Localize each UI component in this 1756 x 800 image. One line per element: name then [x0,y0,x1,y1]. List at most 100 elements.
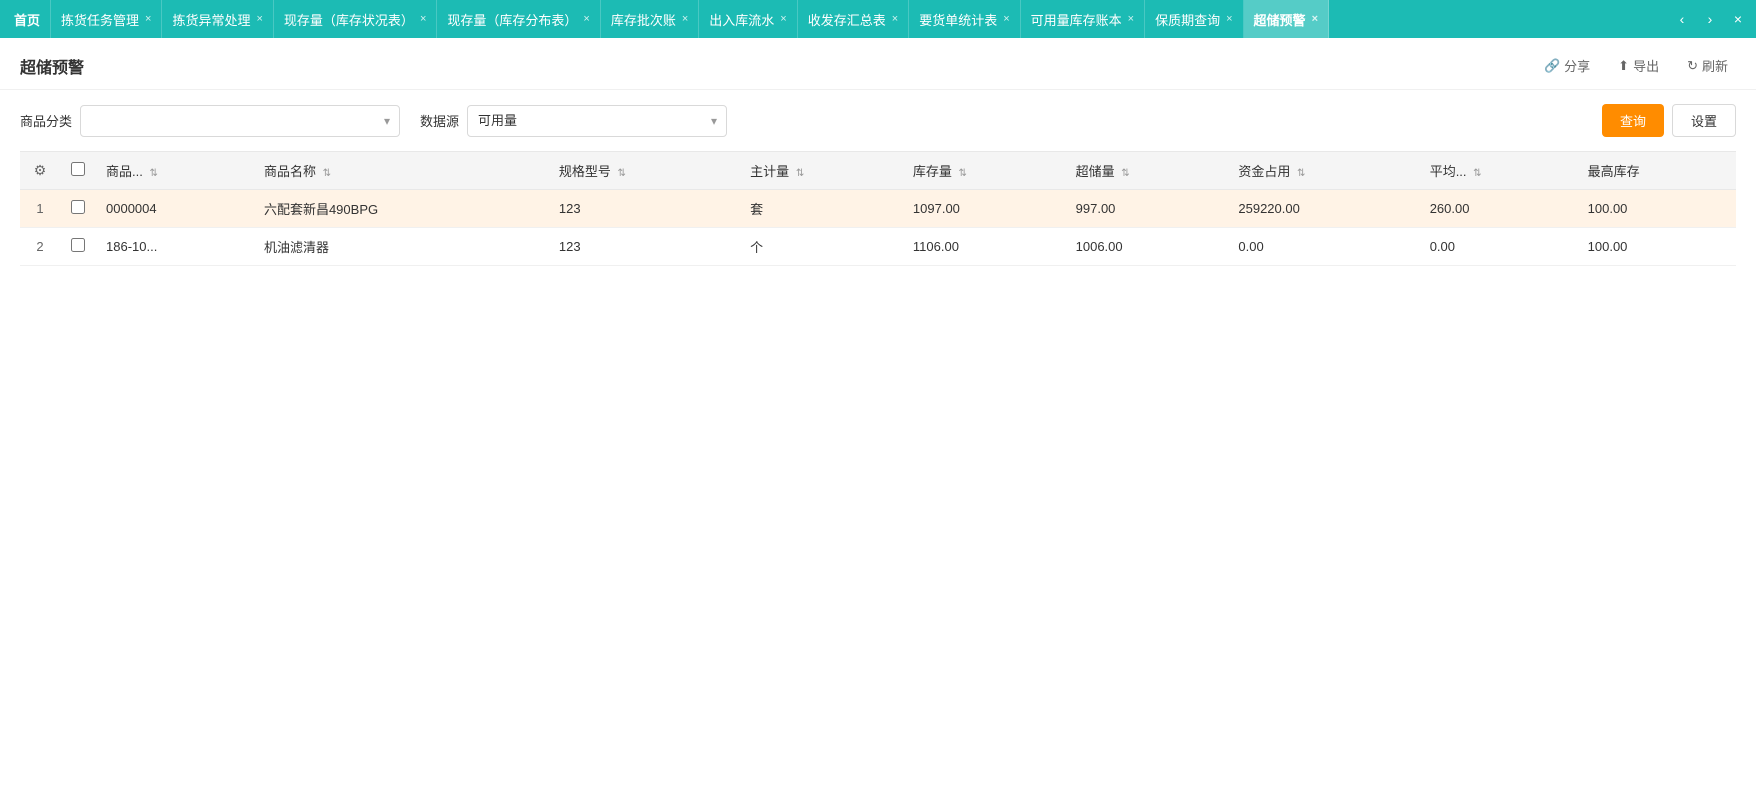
settings-gear-icon[interactable]: ⚙ [34,162,47,178]
datasource-filter: 数据源 可用量 [420,105,727,137]
cell-max-stock-1: 100.00 [1578,190,1736,228]
sort-over-stock-icon[interactable]: ⇅ [1121,168,1129,179]
cell-over-stock-1: 997.00 [1066,190,1229,228]
close-quality-check-tab[interactable]: × [1226,13,1232,25]
nav-tab-summary[interactable]: 收发存汇总表 × [798,0,909,38]
sort-spec-icon[interactable]: ⇅ [618,168,626,179]
nav-tab-stock-dist[interactable]: 现存量（库存分布表） × [437,0,600,38]
cell-stock-1: 1097.00 [903,190,1066,228]
page-header: 超储预警 🔗 分享 ⬆ 导出 ↻ 刷新 [0,38,1756,90]
datasource-select[interactable]: 可用量 [467,105,727,137]
share-button[interactable]: 🔗 分享 [1536,52,1598,79]
close-flow-tab[interactable]: × [780,13,786,25]
cell-avg-2: 0.00 [1420,228,1578,266]
close-pick-exception-tab[interactable]: × [256,13,262,25]
sort-avg-icon[interactable]: ⇅ [1473,168,1481,179]
nav-prev-button[interactable]: ‹ [1668,0,1696,38]
col-settings-header[interactable]: ⚙ [20,152,60,190]
table-row: 2 186-10... 机油滤清器 123 个 1106.00 1006.00 … [20,228,1736,266]
nav-tab-home[interactable]: 首页 [4,0,51,38]
col-stock-header[interactable]: 库存量 ⇅ [903,152,1066,190]
nav-close-all-button[interactable]: × [1724,0,1752,38]
cell-max-stock-2: 100.00 [1578,228,1736,266]
cell-product-name-1: 六配套新昌490BPG [254,190,549,228]
refresh-button[interactable]: ↻ 刷新 [1679,52,1736,79]
row-select-2[interactable] [71,238,85,252]
cell-product-code-1: 0000004 [96,190,254,228]
cell-spec-2: 123 [549,228,740,266]
datasource-select-wrapper: 可用量 [467,105,727,137]
nav-arrows: ‹ › × [1668,0,1752,38]
export-icon: ⬆ [1618,58,1629,74]
col-capital-header[interactable]: 资金占用 ⇅ [1228,152,1419,190]
page-title: 超储预警 [20,54,84,78]
col-product-name-header[interactable]: 商品名称 ⇅ [254,152,549,190]
close-batch-account-tab[interactable]: × [682,13,688,25]
top-navigation: 首页 拣货任务管理 × 拣货异常处理 × 现存量（库存状况表） × 现存量（库存… [0,0,1756,38]
cell-spec-1: 123 [549,190,740,228]
table-body: 1 0000004 六配套新昌490BPG 123 套 1097.00 997.… [20,190,1736,266]
datasource-label: 数据源 [420,111,459,130]
filter-area: 商品分类 数据源 可用量 查询 设置 [0,90,1756,151]
close-stock-status-tab[interactable]: × [420,13,426,25]
sort-capital-icon[interactable]: ⇅ [1297,168,1305,179]
cell-capital-2: 0.00 [1228,228,1419,266]
sort-product-code-icon[interactable]: ⇅ [149,168,157,179]
col-max-stock-header[interactable]: 最高库存 [1578,152,1736,190]
close-summary-tab[interactable]: × [892,13,898,25]
col-unit-header[interactable]: 主计量 ⇅ [740,152,903,190]
refresh-icon: ↻ [1687,58,1698,74]
nav-tab-available-stock[interactable]: 可用量库存账本 × [1021,0,1145,38]
nav-tab-order-stats[interactable]: 要货单统计表 × [909,0,1020,38]
col-product-code-header[interactable]: 商品... ⇅ [96,152,254,190]
close-stock-dist-tab[interactable]: × [583,13,589,25]
cell-unit-2: 个 [740,228,903,266]
nav-tab-stock-status[interactable]: 现存量（库存状况表） × [274,0,437,38]
cell-stock-2: 1106.00 [903,228,1066,266]
cell-product-name-2: 机油滤清器 [254,228,549,266]
sort-unit-icon[interactable]: ⇅ [796,168,804,179]
close-pick-task-tab[interactable]: × [145,13,151,25]
row-checkbox-2[interactable] [60,228,96,266]
cell-over-stock-2: 1006.00 [1066,228,1229,266]
export-button[interactable]: ⬆ 导出 [1610,52,1667,79]
nav-tab-overstock[interactable]: 超储预警 × [1244,0,1329,38]
nav-tab-pick-exception[interactable]: 拣货异常处理 × [162,0,273,38]
row-num-1: 1 [20,190,60,228]
row-checkbox-1[interactable] [60,190,96,228]
col-checkbox-header[interactable] [60,152,96,190]
close-overstock-tab[interactable]: × [1312,13,1318,25]
cell-product-code-2: 186-10... [96,228,254,266]
nav-tab-quality-check[interactable]: 保质期查询 × [1145,0,1243,38]
cell-avg-1: 260.00 [1420,190,1578,228]
col-over-stock-header[interactable]: 超储量 ⇅ [1066,152,1229,190]
category-label: 商品分类 [20,111,72,130]
nav-next-button[interactable]: › [1696,0,1724,38]
cell-capital-1: 259220.00 [1228,190,1419,228]
header-actions: 🔗 分享 ⬆ 导出 ↻ 刷新 [1536,52,1736,79]
nav-tab-flow[interactable]: 出入库流水 × [699,0,797,38]
col-spec-header[interactable]: 规格型号 ⇅ [549,152,740,190]
sort-stock-icon[interactable]: ⇅ [959,168,967,179]
settings-button[interactable]: 设置 [1672,104,1736,137]
nav-tab-pick-task[interactable]: 拣货任务管理 × [51,0,162,38]
category-select[interactable] [80,105,400,137]
share-icon: 🔗 [1544,58,1560,74]
table-container: ⚙ 商品... ⇅ 商品名称 ⇅ 规格型号 ⇅ [0,151,1756,266]
table-row: 1 0000004 六配套新昌490BPG 123 套 1097.00 997.… [20,190,1736,228]
row-select-1[interactable] [71,200,85,214]
select-all-checkbox[interactable] [71,162,85,176]
nav-tab-batch-account[interactable]: 库存批次账 × [601,0,699,38]
main-content: 超储预警 🔗 分享 ⬆ 导出 ↻ 刷新 商品分类 [0,38,1756,800]
query-button[interactable]: 查询 [1602,104,1664,137]
close-order-stats-tab[interactable]: × [1003,13,1009,25]
filter-buttons: 查询 设置 [1602,104,1736,137]
cell-unit-1: 套 [740,190,903,228]
col-avg-header[interactable]: 平均... ⇅ [1420,152,1578,190]
overstock-table: ⚙ 商品... ⇅ 商品名称 ⇅ 规格型号 ⇅ [20,151,1736,266]
close-available-stock-tab[interactable]: × [1128,13,1134,25]
sort-product-name-icon[interactable]: ⇅ [323,168,331,179]
row-num-2: 2 [20,228,60,266]
table-header-row: ⚙ 商品... ⇅ 商品名称 ⇅ 规格型号 ⇅ [20,152,1736,190]
category-select-wrapper [80,105,400,137]
